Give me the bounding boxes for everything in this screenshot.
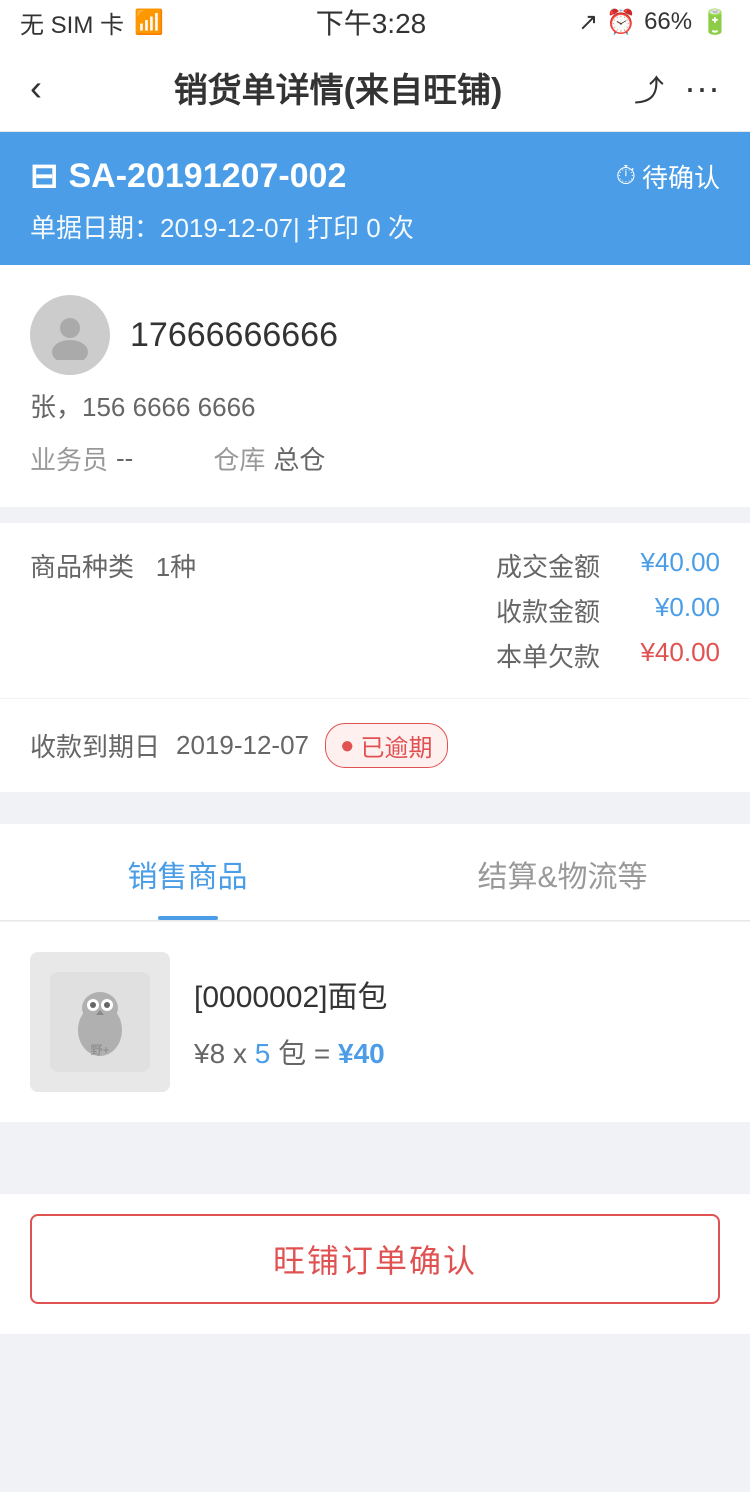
time-display: 下午3:28: [316, 2, 427, 42]
clock-icon: ⏱: [616, 160, 636, 192]
receipt-amount-value: ¥0.00: [620, 592, 720, 629]
confirm-order-button[interactable]: 旺铺订单确认: [30, 1214, 720, 1304]
warehouse-value: 总仓: [273, 440, 325, 477]
product-info: [0000002]面包 ¥8 x 5 包 = ¥40: [194, 972, 720, 1072]
battery-icon: 🔋: [700, 8, 730, 37]
product-total: ¥40: [338, 1038, 385, 1069]
status-left: 无 SIM 卡 📶: [20, 5, 164, 40]
order-status: ⏱ 待确认: [616, 158, 720, 195]
share-button[interactable]: ⤴: [634, 66, 664, 110]
order-header: ⊟ SA-20191207-002 ⏱ 待确认 单据日期：2019-12-07|…: [0, 132, 750, 265]
customer-meta: 业务员 -- 仓库 总仓: [30, 440, 720, 477]
status-bar: 无 SIM 卡 📶 下午3:28 ↗ ⏰ 66% 🔋: [0, 0, 750, 44]
product-name: [0000002]面包: [194, 972, 720, 1016]
sales-label: 业务员: [30, 440, 108, 477]
product-card: 野+ [0000002]面包 ¥8 x 5 包 = ¥40: [0, 921, 750, 1122]
bottom-spacer: [0, 1362, 750, 1492]
wifi-icon: 📶: [134, 8, 164, 37]
product-price: ¥8 x 5 包 = ¥40: [194, 1032, 720, 1072]
order-date: 单据日期：2019-12-07| 打印 0 次: [30, 208, 720, 245]
divider-1: [0, 507, 750, 523]
order-icon: ⊟: [30, 156, 59, 196]
sales-value: --: [116, 443, 133, 474]
nav-bar: ‹ 销货单详情(来自旺铺) ⤴ ···: [0, 44, 750, 132]
product-quantity: 5: [255, 1038, 271, 1069]
multiply-sign: x: [233, 1038, 255, 1069]
warning-icon: ●: [340, 732, 355, 760]
sim-label: 无 SIM 卡: [20, 5, 124, 40]
order-id: ⊟ SA-20191207-002: [30, 156, 346, 196]
divider-2: [0, 792, 750, 808]
svg-text:野+: 野+: [90, 1043, 109, 1057]
page-title: 销货单详情(来自旺铺): [174, 63, 503, 112]
price-unit: ¥8: [194, 1038, 225, 1069]
location-icon: ↗: [578, 8, 598, 37]
owed-amount-label: 本单欠款: [496, 637, 600, 674]
customer-name-info: 张，156 6666 6666: [30, 387, 720, 424]
customer-phone: 17666666666: [130, 316, 338, 355]
tab-sales-product[interactable]: 销售商品: [0, 824, 375, 920]
tabs: 销售商品 结算&物流等: [0, 824, 750, 921]
due-date-row: 收款到期日 2019-12-07 ● 已逾期: [0, 698, 750, 792]
due-date-label: 收款到期日: [30, 727, 160, 764]
owed-amount-value: ¥40.00: [620, 637, 720, 674]
deal-amount-label: 成交金额: [496, 547, 600, 584]
equals-sign: =: [314, 1038, 338, 1069]
product-type-label: 商品种类: [30, 552, 134, 582]
avatar: [30, 295, 110, 375]
summary-card: 商品种类 1种 成交金额 ¥40.00 收款金额 ¥0.00 本单欠款 ¥40.…: [0, 523, 750, 698]
product-type-value: 1种: [156, 552, 196, 582]
customer-card: 17666666666 张，156 6666 6666 业务员 -- 仓库 总仓: [0, 265, 750, 507]
tab-settlement[interactable]: 结算&物流等: [375, 824, 750, 920]
back-button[interactable]: ‹: [30, 67, 42, 109]
due-date-value: 2019-12-07: [176, 730, 309, 761]
battery-label: 66%: [644, 8, 692, 36]
status-right: ↗ ⏰ 66% 🔋: [578, 8, 730, 37]
more-button[interactable]: ···: [684, 67, 720, 109]
receipt-amount-label: 收款金额: [496, 592, 600, 629]
product-unit: 包: [278, 1038, 306, 1069]
overdue-badge: ● 已逾期: [325, 723, 448, 768]
deal-amount-value: ¥40.00: [620, 547, 720, 584]
bottom-bar: 旺铺订单确认: [0, 1194, 750, 1334]
warehouse-label: 仓库: [213, 440, 265, 477]
alarm-icon: ⏰: [606, 8, 636, 37]
product-image: 野+: [30, 952, 170, 1092]
